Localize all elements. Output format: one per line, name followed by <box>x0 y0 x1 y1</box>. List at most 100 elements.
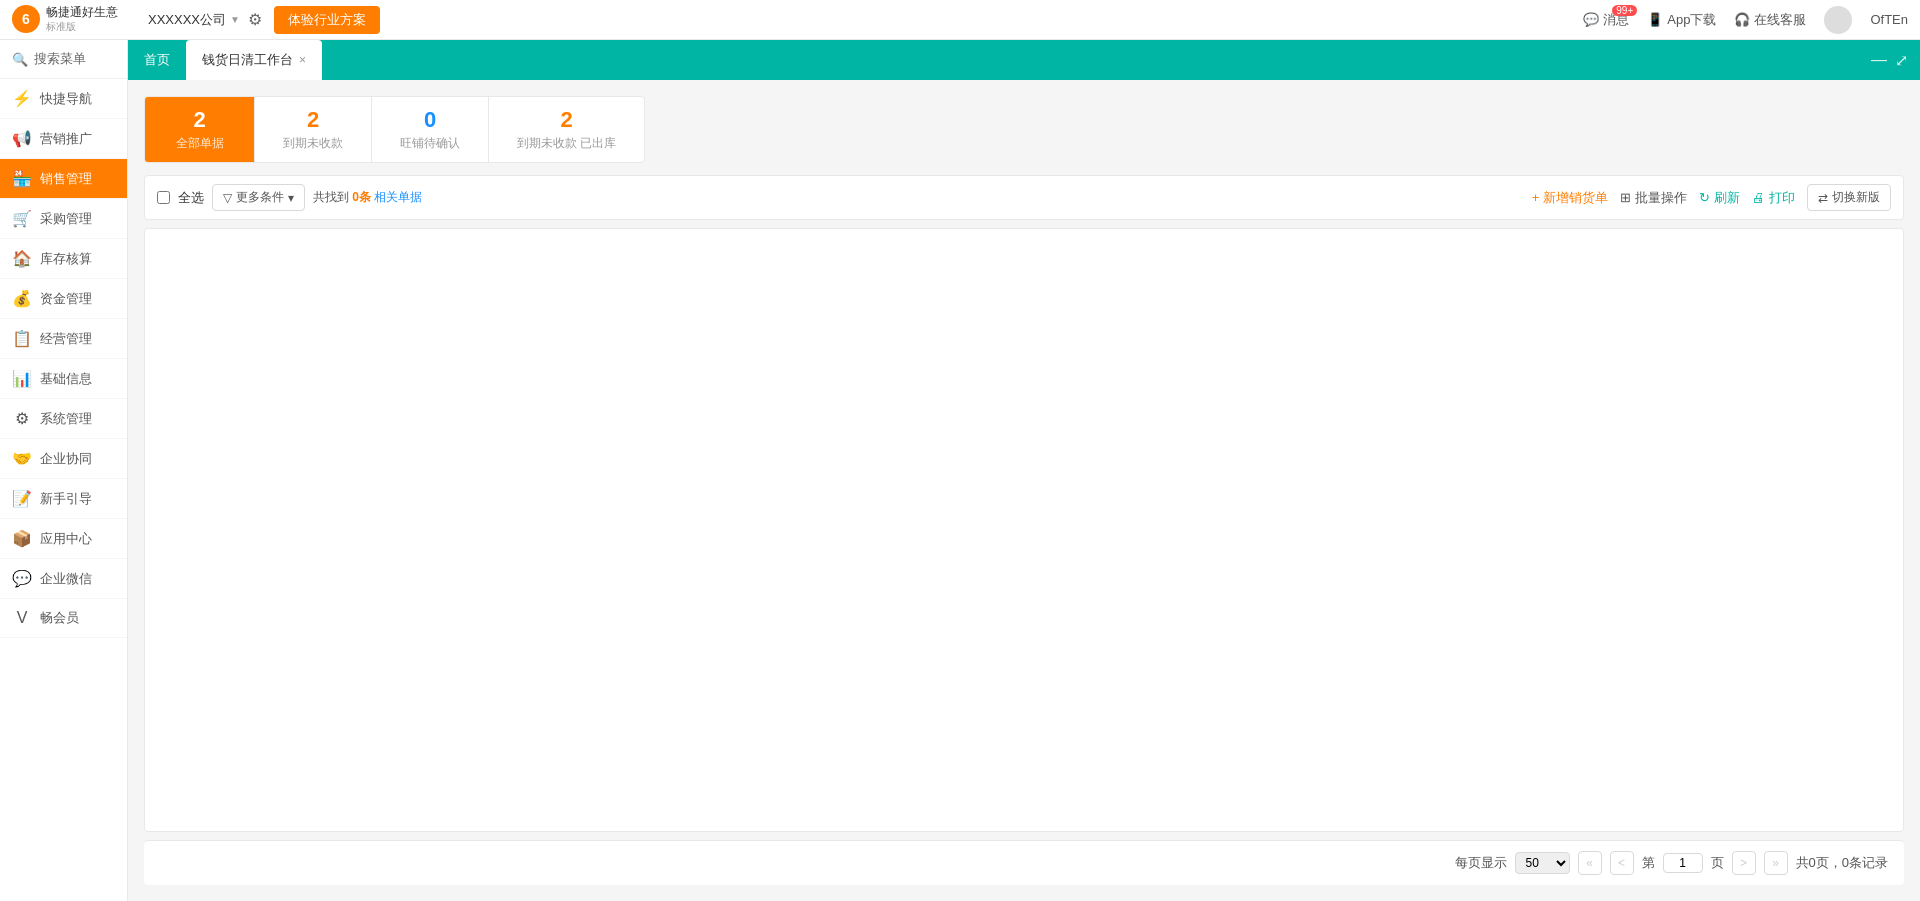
page-label: 第 <box>1642 854 1655 872</box>
sidebar-label-finance: 资金管理 <box>40 290 92 308</box>
user-name[interactable]: OfTEn <box>1870 12 1908 27</box>
message-icon: 💬 <box>1583 12 1599 27</box>
chevron-down-icon: ▼ <box>230 14 240 25</box>
batch-operation-button[interactable]: ⊞ 批量操作 <box>1620 189 1687 207</box>
page-size-label: 每页显示 <box>1455 854 1507 872</box>
avatar-image <box>1824 6 1852 34</box>
sidebar-item-system[interactable]: ⚙ 系统管理 <box>0 399 127 439</box>
refresh-label: 刷新 <box>1714 189 1740 207</box>
switch-version-button[interactable]: ⇄ 切换新版 <box>1807 184 1891 211</box>
filter-button[interactable]: ▽ 更多条件 ▾ <box>212 184 305 211</box>
stat-card-overdue[interactable]: 2 到期未收款 <box>255 97 372 162</box>
sidebar-item-cooperation[interactable]: 🤝 企业协同 <box>0 439 127 479</box>
stat-label-all: 全部单据 <box>173 135 226 152</box>
user-avatar[interactable] <box>1824 6 1852 34</box>
batch-icon: ⊞ <box>1620 190 1631 205</box>
stat-card-pending[interactable]: 0 旺铺待确认 <box>372 97 489 162</box>
online-service-button[interactable]: 🎧 在线客服 <box>1734 11 1806 29</box>
filter-icon: ▽ <box>223 191 232 205</box>
message-button[interactable]: 💬 消息 99+ <box>1583 11 1629 29</box>
sidebar-item-marketing[interactable]: 📢 营销推广 <box>0 119 127 159</box>
stat-card-all[interactable]: 2 全部单据 <box>145 97 255 162</box>
tab-active[interactable]: 钱货日清工作台 × <box>186 40 322 80</box>
page-size-select[interactable]: 50 10 20 100 <box>1515 852 1570 874</box>
sidebar-label-cooperation: 企业协同 <box>40 450 92 468</box>
sidebar-label-system: 系统管理 <box>40 410 92 428</box>
logo-icon: 6 <box>12 5 40 33</box>
refresh-button[interactable]: ↻ 刷新 <box>1699 189 1740 207</box>
filter-label: 更多条件 <box>236 189 284 206</box>
tab-close-icon[interactable]: × <box>299 53 306 67</box>
page-number-input[interactable] <box>1663 853 1703 873</box>
sidebar-item-operations[interactable]: 📋 经营管理 <box>0 319 127 359</box>
sidebar-item-sales[interactable]: 🏪 销售管理 <box>0 159 127 199</box>
refresh-icon: ↻ <box>1699 190 1710 205</box>
prev-page-button[interactable]: < <box>1610 851 1634 875</box>
sidebar-item-weixin[interactable]: 💬 企业微信 <box>0 559 127 599</box>
found-text: 共找到 0条 相关单据 <box>313 189 422 206</box>
marketing-icon: 📢 <box>12 129 32 148</box>
stat-number-pending: 0 <box>400 107 460 133</box>
company-selector[interactable]: XXXXXX公司 ▼ <box>148 11 240 29</box>
sidebar-item-member[interactable]: V 畅会员 <box>0 599 127 638</box>
sidebar-item-finance[interactable]: 💰 资金管理 <box>0 279 127 319</box>
sidebar-label-guide: 新手引导 <box>40 490 92 508</box>
batch-label: 批量操作 <box>1635 189 1687 207</box>
stat-label-pending: 旺铺待确认 <box>400 135 460 152</box>
print-icon: 🖨 <box>1752 190 1765 205</box>
expand-button[interactable]: ⤢ <box>1895 51 1908 70</box>
search-icon: 🔍 <box>12 52 28 67</box>
page-content: 2 全部单据 2 到期未收款 0 旺铺待确认 2 到期未收款 已出库 全选 <box>128 80 1920 901</box>
toolbar-left: 全选 ▽ 更多条件 ▾ 共找到 0条 相关单据 <box>157 184 1524 211</box>
select-all-checkbox[interactable] <box>157 191 170 204</box>
operations-icon: 📋 <box>12 329 32 348</box>
sidebar-item-purchase[interactable]: 🛒 采购管理 <box>0 199 127 239</box>
finance-icon: 💰 <box>12 289 32 308</box>
sidebar-item-inventory[interactable]: 🏠 库存核算 <box>0 239 127 279</box>
weixin-icon: 💬 <box>12 569 32 588</box>
sidebar-item-basic-info[interactable]: 📊 基础信息 <box>0 359 127 399</box>
select-all-label: 全选 <box>178 189 204 207</box>
tab-home[interactable]: 首页 <box>128 40 186 80</box>
sidebar-search[interactable]: 🔍 搜索菜单 <box>0 40 127 79</box>
found-count: 0条 <box>352 190 371 204</box>
switch-label: 切换新版 <box>1832 189 1880 206</box>
search-label: 搜索菜单 <box>34 50 86 68</box>
app-name: 畅捷通好生意 <box>46 5 118 19</box>
quick-nav-icon: ⚡ <box>12 89 32 108</box>
table-area <box>144 228 1904 832</box>
app-download-label: App下载 <box>1667 11 1716 29</box>
basic-info-icon: 📊 <box>12 369 32 388</box>
print-label: 打印 <box>1769 189 1795 207</box>
toolbar-right: + 新增销货单 ⊞ 批量操作 ↻ 刷新 🖨 打印 ⇄ 切换新版 <box>1532 184 1891 211</box>
last-page-button[interactable]: » <box>1764 851 1788 875</box>
stat-label-overdue: 到期未收款 <box>283 135 343 152</box>
stat-number-overdue: 2 <box>283 107 343 133</box>
trial-button[interactable]: 体验行业方案 <box>274 6 380 34</box>
sidebar-item-quick-nav[interactable]: ⚡ 快捷导航 <box>0 79 127 119</box>
settings-icon[interactable]: ⚙ <box>248 10 262 29</box>
stat-card-overdue-out[interactable]: 2 到期未收款 已出库 <box>489 97 644 162</box>
topbar-right: 💬 消息 99+ 📱 App下载 🎧 在线客服 OfTEn <box>1583 6 1908 34</box>
main-content: 首页 钱货日清工作台 × — ⤢ 2 全部单据 2 到期未收款 0 旺铺待确认 <box>128 40 1920 901</box>
tab-active-label: 钱货日清工作台 <box>202 51 293 69</box>
app-version: 标准版 <box>46 20 118 34</box>
toolbar: 全选 ▽ 更多条件 ▾ 共找到 0条 相关单据 + 新增销货单 ⊞ 批量操作 ↻ <box>144 175 1904 220</box>
related-records-link[interactable]: 相关单据 <box>374 190 422 204</box>
tab-home-label: 首页 <box>144 51 170 69</box>
tab-right-buttons: — ⤢ <box>1871 51 1920 70</box>
sidebar-label-operations: 经营管理 <box>40 330 92 348</box>
filter-arrow-icon: ▾ <box>288 191 294 205</box>
sales-icon: 🏪 <box>12 169 32 188</box>
sidebar-label-member: 畅会员 <box>40 609 79 627</box>
stats-row: 2 全部单据 2 到期未收款 0 旺铺待确认 2 到期未收款 已出库 <box>144 96 645 163</box>
first-page-button[interactable]: « <box>1578 851 1602 875</box>
next-page-button[interactable]: > <box>1732 851 1756 875</box>
sidebar-item-app-center[interactable]: 📦 应用中心 <box>0 519 127 559</box>
add-sales-order-button[interactable]: + 新增销货单 <box>1532 189 1608 207</box>
minimize-button[interactable]: — <box>1871 51 1887 69</box>
print-button[interactable]: 🖨 打印 <box>1752 189 1795 207</box>
download-icon: 📱 <box>1647 12 1663 27</box>
app-download-button[interactable]: 📱 App下载 <box>1647 11 1716 29</box>
sidebar-item-guide[interactable]: 📝 新手引导 <box>0 479 127 519</box>
